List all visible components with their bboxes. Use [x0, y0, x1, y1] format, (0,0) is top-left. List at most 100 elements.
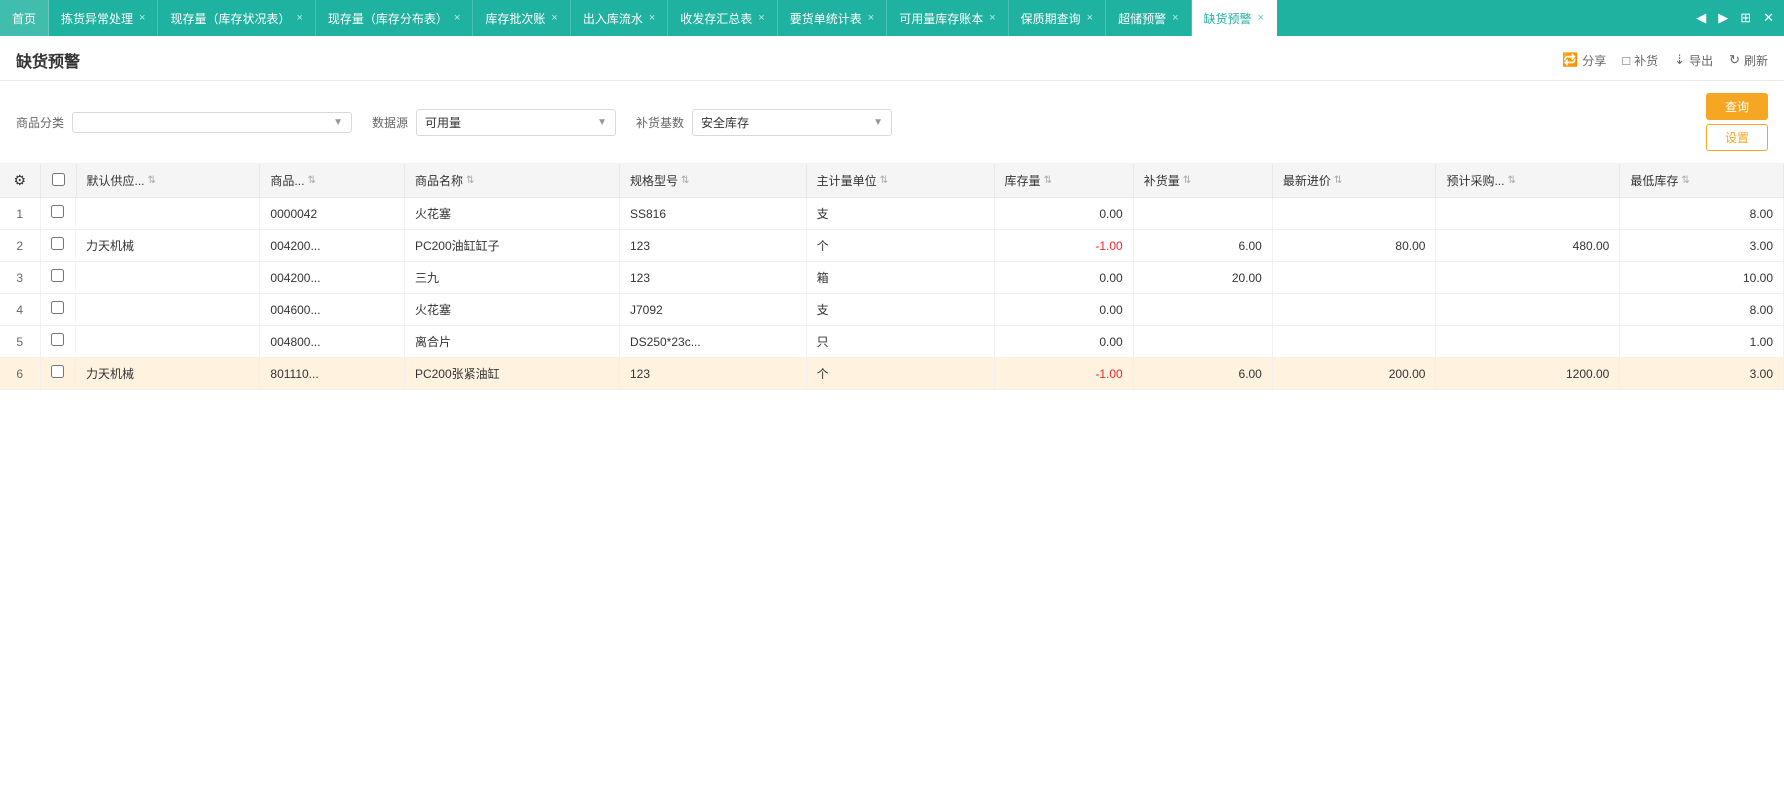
td-stock-qty: -1.00 [994, 230, 1133, 262]
tab-order-stats[interactable]: 要货单统计表 × [778, 0, 887, 36]
sort-price-icon: ⇅ [1334, 175, 1342, 186]
td-default-supplier [76, 294, 260, 326]
td-latest-price [1272, 326, 1436, 358]
share-icon: 🔁 [1562, 52, 1578, 68]
th-latest-price[interactable]: 最新进价 ⇅ [1272, 164, 1436, 198]
tab-close-overstock[interactable]: × [1172, 12, 1178, 24]
replenish-button[interactable]: □ 补货 [1622, 52, 1658, 69]
page-content: 缺货预警 🔁 分享 □ 补货 ⇣ 导出 ↻ 刷新 商品分类 [0, 36, 1784, 796]
header-actions: 🔁 分享 □ 补货 ⇣ 导出 ↻ 刷新 [1562, 52, 1768, 69]
td-row-num: 1 [0, 198, 40, 230]
td-checkbox[interactable] [41, 294, 77, 321]
th-default-supplier[interactable]: 默认供应... ⇅ [76, 164, 260, 198]
query-button[interactable]: 查询 [1706, 93, 1768, 120]
tab-inventory-status[interactable]: 现存量（库存状况表） × [158, 0, 315, 36]
refresh-icon: ↻ [1729, 52, 1740, 68]
tab-restore-button[interactable]: ⊞ [1734, 6, 1757, 30]
datasource-select[interactable]: 可用量 ▼ [416, 109, 616, 136]
refresh-button[interactable]: ↻ 刷新 [1729, 52, 1768, 69]
table-row: 4004600...火花塞J7092支0.008.00 [0, 294, 1784, 326]
sort-estimated-icon: ⇅ [1507, 175, 1515, 186]
tab-prev-button[interactable]: ◀ [1690, 6, 1712, 30]
row-checkbox[interactable] [51, 237, 64, 250]
td-spec: 123 [619, 230, 806, 262]
td-default-supplier [76, 262, 260, 294]
td-checkbox[interactable] [41, 326, 77, 353]
tab-exception[interactable]: 拣货异常处理 × [49, 0, 158, 36]
th-product-name[interactable]: 商品名称 ⇅ [404, 164, 619, 198]
td-unit: 个 [806, 230, 994, 262]
row-checkbox[interactable] [51, 365, 64, 378]
tab-close-inventory-dist[interactable]: × [454, 12, 460, 24]
tab-close-order-stats[interactable]: × [868, 12, 874, 24]
row-checkbox[interactable] [51, 333, 64, 346]
tab-close-inout-flow[interactable]: × [649, 12, 655, 24]
td-row-num: 2 [0, 230, 40, 262]
select-all-checkbox[interactable] [52, 173, 65, 186]
gear-settings-icon[interactable]: ⚙ [13, 172, 26, 188]
tab-expiry-query[interactable]: 保质期查询 × [1009, 0, 1106, 36]
tab-close-inventory-status[interactable]: × [296, 12, 302, 24]
td-replenish-qty: 6.00 [1133, 230, 1272, 262]
tab-nav-buttons: ◀ ▶ ⊞ ✕ [1690, 6, 1784, 30]
filter-group-datasource: 数据源 可用量 ▼ [372, 109, 616, 136]
th-spec[interactable]: 规格型号 ⇅ [619, 164, 806, 198]
td-product-name: 火花塞 [404, 198, 619, 230]
row-checkbox[interactable] [51, 269, 64, 282]
share-button[interactable]: 🔁 分享 [1562, 52, 1606, 69]
td-row-num: 6 [0, 358, 40, 390]
td-product-name: 三九 [404, 262, 619, 294]
tab-next-button[interactable]: ▶ [1712, 6, 1734, 30]
td-row-num: 4 [0, 294, 40, 326]
tab-close-expiry-query[interactable]: × [1087, 12, 1093, 24]
tab-close-batch-account[interactable]: × [551, 12, 557, 24]
tab-home[interactable]: 首页 [0, 0, 49, 36]
tab-shortage[interactable]: 缺货预警 × [1192, 0, 1277, 36]
td-latest-price [1272, 262, 1436, 294]
table-header-row: ⚙ 默认供应... ⇅ 商品... ⇅ [0, 164, 1784, 198]
th-min-stock[interactable]: 最低库存 ⇅ [1620, 164, 1784, 198]
td-estimated-purchase [1436, 262, 1620, 294]
td-checkbox[interactable] [41, 262, 77, 289]
th-stock-qty[interactable]: 库存量 ⇅ [994, 164, 1133, 198]
td-latest-price [1272, 198, 1436, 230]
row-checkbox[interactable] [51, 301, 64, 314]
tab-closeall-button[interactable]: ✕ [1757, 6, 1780, 30]
replenish-basis-select[interactable]: 安全库存 ▼ [692, 109, 892, 136]
th-estimated-purchase[interactable]: 预计采购... ⇅ [1436, 164, 1620, 198]
row-checkbox[interactable] [51, 205, 64, 218]
tab-overstock[interactable]: 超储预警 × [1106, 0, 1191, 36]
td-estimated-purchase: 480.00 [1436, 230, 1620, 262]
settings-button[interactable]: 设置 [1706, 124, 1768, 151]
tab-available-ledger[interactable]: 可用量库存账本 × [887, 0, 1008, 36]
td-checkbox[interactable] [41, 230, 77, 257]
th-unit[interactable]: 主计量单位 ⇅ [806, 164, 994, 198]
tab-close-shortage[interactable]: × [1258, 12, 1264, 24]
tab-close-receive-summary[interactable]: × [758, 12, 764, 24]
tab-inout-flow[interactable]: 出入库流水 × [571, 0, 668, 36]
tab-receive-summary[interactable]: 收发存汇总表 × [668, 0, 777, 36]
tab-close-available-ledger[interactable]: × [989, 12, 995, 24]
td-replenish-qty [1133, 326, 1272, 358]
tab-close-exception[interactable]: × [139, 12, 145, 24]
sort-unit-icon: ⇅ [880, 175, 888, 186]
export-button[interactable]: ⇣ 导出 [1674, 52, 1713, 69]
td-min-stock: 10.00 [1620, 262, 1784, 294]
replenish-basis-chevron-icon: ▼ [873, 117, 883, 128]
sort-code-icon: ⇅ [307, 175, 315, 186]
th-product-code[interactable]: 商品... ⇅ [260, 164, 405, 198]
th-gear[interactable]: ⚙ [0, 164, 40, 198]
export-icon: ⇣ [1674, 52, 1685, 68]
datasource-label: 数据源 [372, 114, 408, 131]
tab-batch-account[interactable]: 库存批次账 × [473, 0, 570, 36]
datasource-select-value: 可用量 [425, 114, 461, 131]
td-checkbox[interactable] [41, 198, 77, 225]
sort-supplier-icon: ⇅ [148, 175, 156, 186]
category-select[interactable]: ▼ [72, 112, 352, 133]
th-replenish-qty[interactable]: 补货量 ⇅ [1133, 164, 1272, 198]
td-checkbox[interactable] [41, 358, 77, 385]
tab-inventory-dist[interactable]: 现存量（库存分布表） × [316, 0, 473, 36]
datasource-chevron-icon: ▼ [597, 117, 607, 128]
td-replenish-qty: 6.00 [1133, 358, 1272, 390]
table-row: 2力天机械004200...PC200油缸缸子123个-1.006.0080.0… [0, 230, 1784, 262]
